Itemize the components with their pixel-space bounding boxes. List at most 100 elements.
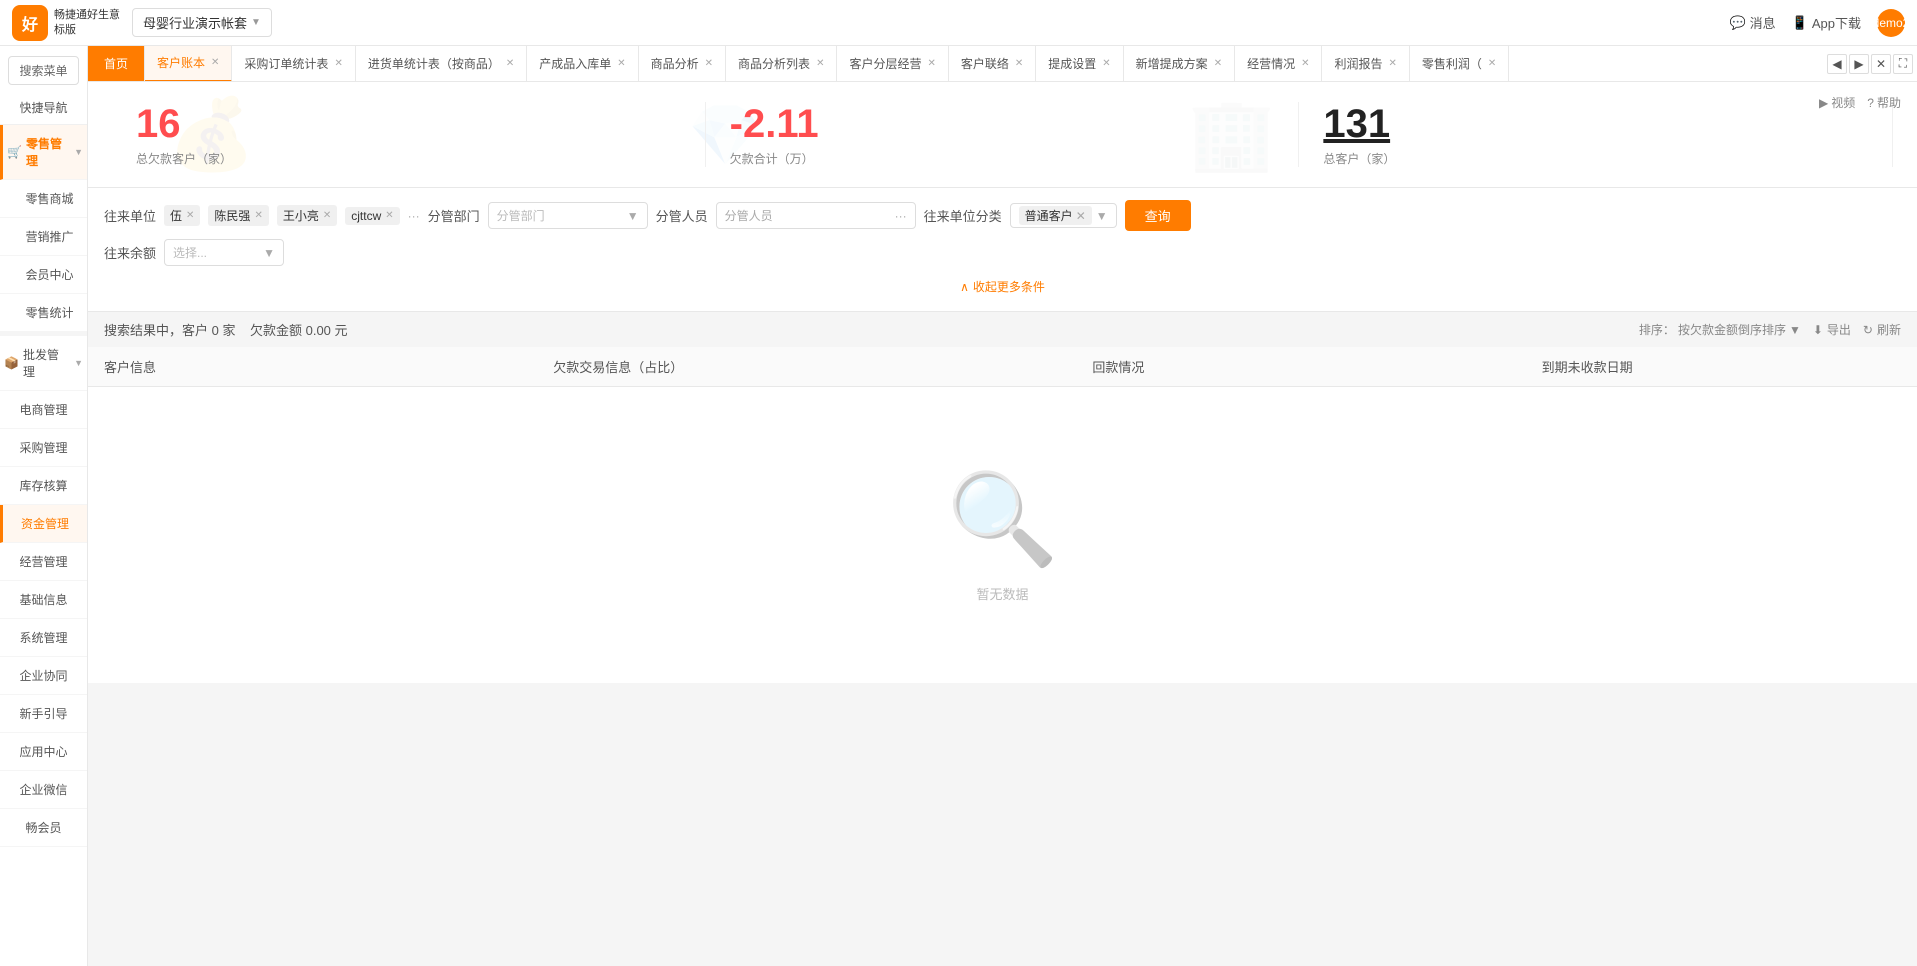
- sidebar-item-app-center[interactable]: 应用中心: [0, 733, 87, 771]
- unit-type-tag-close[interactable]: ✕: [1076, 209, 1086, 223]
- logo-icon: 好: [12, 5, 48, 41]
- balance-filter-label: 往来余额: [104, 243, 156, 262]
- tab-close-production[interactable]: ✕: [617, 58, 625, 69]
- unit-tag-wu: 伍 ✕: [164, 205, 200, 226]
- filter-row-1: 往来单位 伍 ✕ 陈民强 ✕ 王小亮 ✕: [104, 200, 1901, 231]
- tab-close-new-remind[interactable]: ✕: [1214, 58, 1222, 69]
- video-icon: ▶: [1819, 96, 1828, 110]
- sidebar-search-area: 搜索菜单: [0, 46, 87, 91]
- sidebar-item-member[interactable]: 会员中心: [0, 256, 87, 294]
- export-btn[interactable]: ⬇ 导出: [1813, 321, 1851, 338]
- tab-close-purchase-orders[interactable]: ✕: [334, 58, 342, 69]
- tab-close-inventory-stats[interactable]: ✕: [506, 58, 514, 69]
- logo-area[interactable]: 好 畅捷通好生意 标版: [12, 5, 120, 41]
- unit-tag-wang-close[interactable]: ✕: [323, 210, 331, 221]
- app-download-btn[interactable]: 📱 App下载: [1792, 13, 1861, 32]
- export-icon: ⬇: [1813, 323, 1823, 337]
- avatar: demo2: [1877, 9, 1905, 37]
- tab-next-btn[interactable]: ▶: [1849, 54, 1869, 74]
- sidebar-item-enterprise-wechat[interactable]: 企业微信: [0, 771, 87, 809]
- tab-close-all-btn[interactable]: ✕: [1871, 54, 1891, 74]
- quick-nav-btn[interactable]: 快捷导航: [0, 91, 87, 125]
- tab-purchase-orders[interactable]: 采购订单统计表 ✕: [232, 46, 355, 82]
- sidebar-item-member-vip[interactable]: 畅会员: [0, 809, 87, 847]
- collapse-btn[interactable]: ∧ 收起更多条件: [104, 274, 1901, 299]
- sidebar-item-enterprise-collab[interactable]: 企业协同: [0, 657, 87, 695]
- unit-tag-wu-close[interactable]: ✕: [186, 210, 194, 221]
- tab-close-product-analysis[interactable]: ✕: [705, 58, 713, 69]
- sidebar-item-system[interactable]: 系统管理: [0, 619, 87, 657]
- search-menu-btn[interactable]: 搜索菜单: [8, 56, 79, 85]
- filter-area: 往来单位 伍 ✕ 陈民强 ✕ 王小亮 ✕: [88, 188, 1917, 312]
- tab-new-remind[interactable]: 新增提成方案 ✕: [1124, 46, 1235, 82]
- col-header-debt: 欠款交易信息（占比）: [553, 357, 1092, 376]
- result-actions: 排序： 按欠款金额倒序排序 ▼ ⬇ 导出 ↻ 刷新: [1639, 321, 1901, 338]
- tab-inventory-stats[interactable]: 进货单统计表（按商品） ✕: [356, 46, 527, 82]
- sidebar-item-new-guide[interactable]: 新手引导: [0, 695, 87, 733]
- balance-select[interactable]: 选择... ▼: [164, 239, 284, 266]
- video-help-btn[interactable]: ▶ 视频: [1819, 94, 1855, 111]
- sidebar-item-operations[interactable]: 经营管理: [0, 543, 87, 581]
- stat-debt-total: -2.11 欠款合计（万）: [706, 102, 1300, 167]
- sidebar-item-basic-info[interactable]: 基础信息: [0, 581, 87, 619]
- tab-profit-report[interactable]: 利润报告 ✕: [1322, 46, 1409, 82]
- person-select[interactable]: 分管人员 ···: [716, 202, 916, 229]
- tab-accounts[interactable]: 客户账本 ✕: [145, 46, 232, 82]
- sidebar-item-ecommerce[interactable]: 电商管理: [0, 391, 87, 429]
- more-units-btn[interactable]: ···: [408, 209, 420, 223]
- result-bar: 搜索结果中，客户 0 家 欠款金额 0.00 元 排序： 按欠款金额倒序排: [88, 312, 1917, 347]
- sidebar-item-finance[interactable]: 资金管理: [0, 505, 87, 543]
- tab-retail-profit[interactable]: 零售利润（ ✕: [1410, 46, 1509, 82]
- tab-close-customer-tier[interactable]: ✕: [927, 58, 935, 69]
- query-btn[interactable]: 查询: [1125, 200, 1191, 231]
- sidebar-item-batch[interactable]: 📦 批发管理 ▼: [0, 336, 87, 391]
- help-btn[interactable]: ? 帮助: [1867, 94, 1901, 111]
- tab-home[interactable]: 首页: [88, 46, 145, 82]
- sidebar-item-retail-stats[interactable]: 零售统计: [0, 294, 87, 332]
- tab-bar-inner: 首页 客户账本 ✕ 采购订单统计表 ✕ 进货单统计表（按商品） ✕: [88, 46, 1823, 82]
- tab-customer-tier[interactable]: 客户分层经营 ✕: [837, 46, 948, 82]
- batch-icon: 📦: [4, 356, 19, 370]
- top-right-area: 💬 消息 📱 App下载 demo2: [1729, 9, 1905, 37]
- tab-close-remind-settings[interactable]: ✕: [1102, 58, 1110, 69]
- dept-arrow-icon: ▼: [627, 209, 639, 223]
- sidebar-item-inventory[interactable]: 库存核算: [0, 467, 87, 505]
- tab-close-profit-report[interactable]: ✕: [1389, 58, 1397, 69]
- chevron-icon: ▼: [74, 358, 83, 368]
- tab-nav-btns: ◀ ▶ ✕ ⛶: [1823, 54, 1917, 74]
- tab-close-accounts[interactable]: ✕: [211, 57, 219, 68]
- tab-prev-btn[interactable]: ◀: [1827, 54, 1847, 74]
- tab-customer-contact[interactable]: 客户联络 ✕: [949, 46, 1036, 82]
- sidebar-item-retail-shop[interactable]: 零售商城: [0, 180, 87, 218]
- sidebar-item-purchase[interactable]: 采购管理: [0, 429, 87, 467]
- tab-close-retail-profit[interactable]: ✕: [1488, 58, 1496, 69]
- dept-select[interactable]: 分管部门 ▼: [488, 202, 648, 229]
- unit-type-select[interactable]: 普通客户 ✕ ▼: [1010, 203, 1117, 228]
- unit-tag-chen-close[interactable]: ✕: [254, 210, 262, 221]
- tab-close-product-analysis-list[interactable]: ✕: [816, 58, 824, 69]
- user-avatar-btn[interactable]: demo2: [1877, 9, 1905, 37]
- tab-remind-settings[interactable]: 提成设置 ✕: [1036, 46, 1123, 82]
- sidebar-item-retail[interactable]: 🛒 零售管理 ▼: [0, 125, 87, 180]
- unit-type-tag: 普通客户 ✕: [1019, 206, 1092, 225]
- sidebar-item-marketing[interactable]: 营销推广: [0, 218, 87, 256]
- tab-close-operations[interactable]: ✕: [1301, 58, 1309, 69]
- unit-type-arrow: ▼: [1096, 209, 1108, 223]
- empty-state: 🔍 暂无数据: [88, 387, 1917, 683]
- main-layout: 搜索菜单 快捷导航 🛒 零售管理 ▼ 零售商城 营销推广 会员中心 零售统计: [0, 46, 1917, 966]
- empty-text: 暂无数据: [976, 584, 1028, 603]
- unit-tag-cjttcw-close[interactable]: ✕: [385, 210, 393, 221]
- refresh-btn[interactable]: ↻ 刷新: [1863, 321, 1901, 338]
- tab-operations[interactable]: 经营情况 ✕: [1235, 46, 1322, 82]
- message-btn[interactable]: 💬 消息: [1729, 13, 1775, 32]
- tab-product-analysis-list[interactable]: 商品分析列表 ✕: [726, 46, 837, 82]
- tab-production-in[interactable]: 产成品入库单 ✕: [527, 46, 638, 82]
- tab-product-analysis[interactable]: 商品分析 ✕: [639, 46, 726, 82]
- col-header-date: 到期未收款日期: [1542, 357, 1901, 376]
- tab-close-customer-contact[interactable]: ✕: [1015, 58, 1023, 69]
- tab-expand-btn[interactable]: ⛶: [1893, 54, 1913, 74]
- account-selector[interactable]: 母婴行业演示帐套 ▼: [132, 8, 272, 37]
- data-table: 客户信息 欠款交易信息（占比） 回款情况 到期未收款日期 🔍 暂无数据: [88, 347, 1917, 683]
- sort-select[interactable]: 排序： 按欠款金额倒序排序 ▼: [1639, 321, 1801, 338]
- unit-tag-cjttcw: cjttcw ✕: [345, 207, 399, 225]
